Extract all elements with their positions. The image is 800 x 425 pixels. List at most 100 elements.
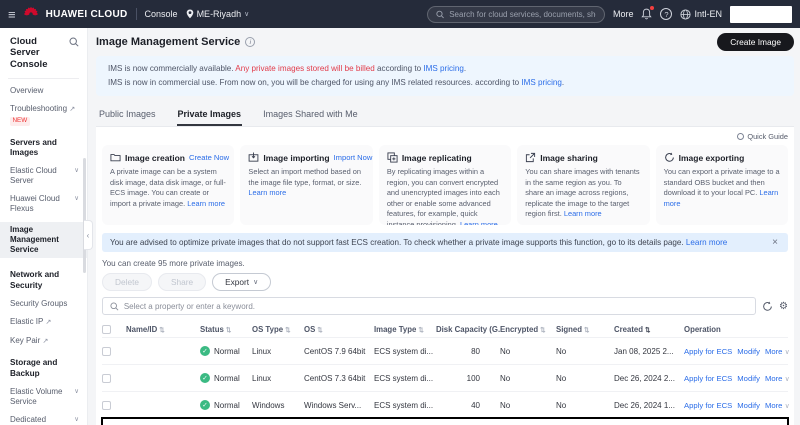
- chevron-down-icon: ∨: [784, 348, 790, 356]
- sort-icon[interactable]: ⇅: [317, 326, 322, 334]
- col-encrypted[interactable]: Encrypted ⇅: [500, 325, 556, 334]
- tab-images-shared-with-me[interactable]: Images Shared with Me: [262, 105, 359, 126]
- private-images-panel: Quick Guide Image creation Create Now A …: [96, 127, 794, 425]
- quota-text: You can create 95 more private images.: [102, 259, 245, 269]
- col-created[interactable]: Created ⇅: [614, 325, 684, 334]
- more-link[interactable]: More ∨: [765, 401, 790, 410]
- sort-icon[interactable]: ⇅: [584, 326, 589, 334]
- card-image-replicating: Image replicating By replicating images …: [378, 145, 512, 226]
- delete-button[interactable]: Delete: [102, 273, 152, 292]
- learn-more-link[interactable]: Learn more: [187, 199, 225, 208]
- replicate-icon: [387, 152, 398, 163]
- learn-more-link[interactable]: Learn more: [460, 220, 498, 225]
- region-selector[interactable]: ME-Riyadh ∨: [186, 9, 250, 19]
- col-status[interactable]: Status ⇅: [200, 325, 252, 334]
- learn-more-link[interactable]: Learn more: [564, 209, 602, 218]
- created: Jan 08, 2025 2...: [614, 346, 674, 356]
- col-image-type[interactable]: Image Type ⇅: [374, 325, 436, 334]
- export-icon: [664, 152, 674, 163]
- global-search-input[interactable]: [449, 9, 596, 19]
- share-button[interactable]: Share: [157, 273, 207, 292]
- signed: No: [556, 346, 567, 356]
- os: Windows Serv...: [304, 400, 362, 410]
- learn-more-link[interactable]: Learn more: [248, 188, 286, 197]
- sort-icon[interactable]: ⇅: [159, 326, 164, 334]
- sidebar-item-overview[interactable]: Overview: [10, 86, 79, 96]
- learn-more-link[interactable]: Learn more: [686, 238, 727, 247]
- external-link-icon: ↗: [69, 106, 76, 114]
- table-header: Name/ID ⇅ Status ⇅ OS Type ⇅ OS ⇅ Image Type…: [102, 322, 788, 337]
- apply-for-ecs-link[interactable]: Apply for ECS: [684, 401, 732, 410]
- import-now-link[interactable]: Import Now: [334, 153, 373, 162]
- sidebar-collapse-handle[interactable]: ‹: [84, 220, 93, 250]
- row-checkbox[interactable]: [102, 400, 111, 410]
- apply-for-ecs-link[interactable]: Apply for ECS: [684, 374, 732, 383]
- sort-icon[interactable]: ⇅: [540, 326, 545, 334]
- chevron-down-icon: ∨: [244, 11, 250, 18]
- help-icon[interactable]: ?: [660, 8, 673, 20]
- sidebar-item-troubleshooting[interactable]: Troubleshooting ↗ NEW: [10, 104, 79, 126]
- sort-icon[interactable]: ⇅: [285, 326, 290, 334]
- sidebar-divider: [8, 78, 79, 80]
- ims-pricing-link[interactable]: IMS pricing: [423, 64, 463, 73]
- sort-icon[interactable]: ⇅: [226, 326, 231, 334]
- col-signed[interactable]: Signed ⇅: [556, 325, 614, 334]
- quick-guide-link[interactable]: Quick Guide: [102, 131, 788, 142]
- encrypted: No: [500, 346, 511, 356]
- sidebar-item-dedicated-distributed-storage-service[interactable]: Dedicated Distributed Storage Service ∨: [10, 415, 79, 425]
- filter-search[interactable]: [102, 297, 757, 316]
- sidebar-item-elastic-volume-service[interactable]: Elastic Volume Service ∨: [10, 387, 79, 407]
- chevron-down-icon: ∨: [74, 167, 79, 175]
- hamburger-menu-icon[interactable]: ≡: [8, 8, 16, 21]
- page-title: Image Management Service: [96, 36, 241, 48]
- refresh-icon[interactable]: [762, 301, 773, 312]
- language-label: Intl-EN: [694, 9, 722, 19]
- image-type: ECS system di...: [374, 346, 434, 356]
- modify-link[interactable]: Modify: [737, 374, 760, 383]
- create-image-button[interactable]: Create Image: [717, 33, 794, 51]
- tab-public-images[interactable]: Public Images: [98, 105, 157, 126]
- region-label: ME-Riyadh: [196, 9, 242, 19]
- sidebar-item-image-management-service[interactable]: Image Management Service: [0, 222, 87, 259]
- export-button[interactable]: Export ∨: [212, 273, 272, 292]
- modify-link[interactable]: Modify: [737, 347, 760, 356]
- sidebar-item-elastic-ip[interactable]: Elastic IP ↗: [10, 317, 79, 328]
- huawei-logo[interactable]: [23, 7, 38, 21]
- row-checkbox[interactable]: [102, 346, 111, 356]
- ims-pricing-link[interactable]: IMS pricing: [521, 78, 561, 87]
- col-disk-capacity[interactable]: Disk Capacity (G...⇅: [436, 325, 500, 334]
- sidebar-scrollbar[interactable]: [83, 158, 86, 273]
- sidebar-item-huawei-cloud-flexus[interactable]: Huawei Cloud Flexus ∨: [10, 194, 79, 214]
- close-icon[interactable]: ×: [770, 237, 780, 248]
- sidebar-search-icon[interactable]: [69, 37, 79, 47]
- create-now-link[interactable]: Create Now: [189, 153, 229, 162]
- notifications-bell-icon[interactable]: [641, 6, 655, 20]
- col-name-id[interactable]: Name/ID ⇅: [126, 325, 200, 334]
- language-selector[interactable]: Intl-EN: [680, 8, 722, 20]
- info-icon[interactable]: i: [245, 37, 256, 47]
- image-type: ECS system di...: [374, 400, 434, 410]
- select-all-checkbox[interactable]: [102, 325, 111, 335]
- sidebar-item-key-pair[interactable]: Key Pair ↗: [10, 336, 79, 347]
- os-type: Linux: [252, 346, 272, 356]
- sort-icon[interactable]: ⇅: [418, 326, 423, 334]
- sidebar-item-security-groups[interactable]: Security Groups: [10, 299, 79, 309]
- more-link[interactable]: More ∨: [765, 374, 790, 383]
- location-pin-icon: [186, 9, 193, 19]
- apply-for-ecs-link[interactable]: Apply for ECS: [684, 347, 732, 356]
- col-os-type[interactable]: OS Type ⇅: [252, 325, 304, 334]
- console-link[interactable]: Console: [145, 9, 178, 19]
- filter-search-input[interactable]: [123, 301, 749, 311]
- encrypted: No: [500, 400, 511, 410]
- global-search[interactable]: [426, 5, 605, 23]
- gear-icon[interactable]: ⚙: [779, 301, 788, 312]
- more-link[interactable]: More ∨: [765, 347, 790, 356]
- tab-private-images[interactable]: Private Images: [176, 105, 243, 127]
- more-menu[interactable]: More: [613, 9, 634, 19]
- sort-icon[interactable]: ⇅: [645, 326, 650, 334]
- created: Dec 26, 2024 2...: [614, 373, 675, 383]
- row-checkbox[interactable]: [102, 373, 111, 383]
- col-os[interactable]: OS ⇅: [304, 325, 374, 334]
- sidebar-item-elastic-cloud-server[interactable]: Elastic Cloud Server ∨: [10, 166, 79, 186]
- modify-link[interactable]: Modify: [737, 401, 760, 410]
